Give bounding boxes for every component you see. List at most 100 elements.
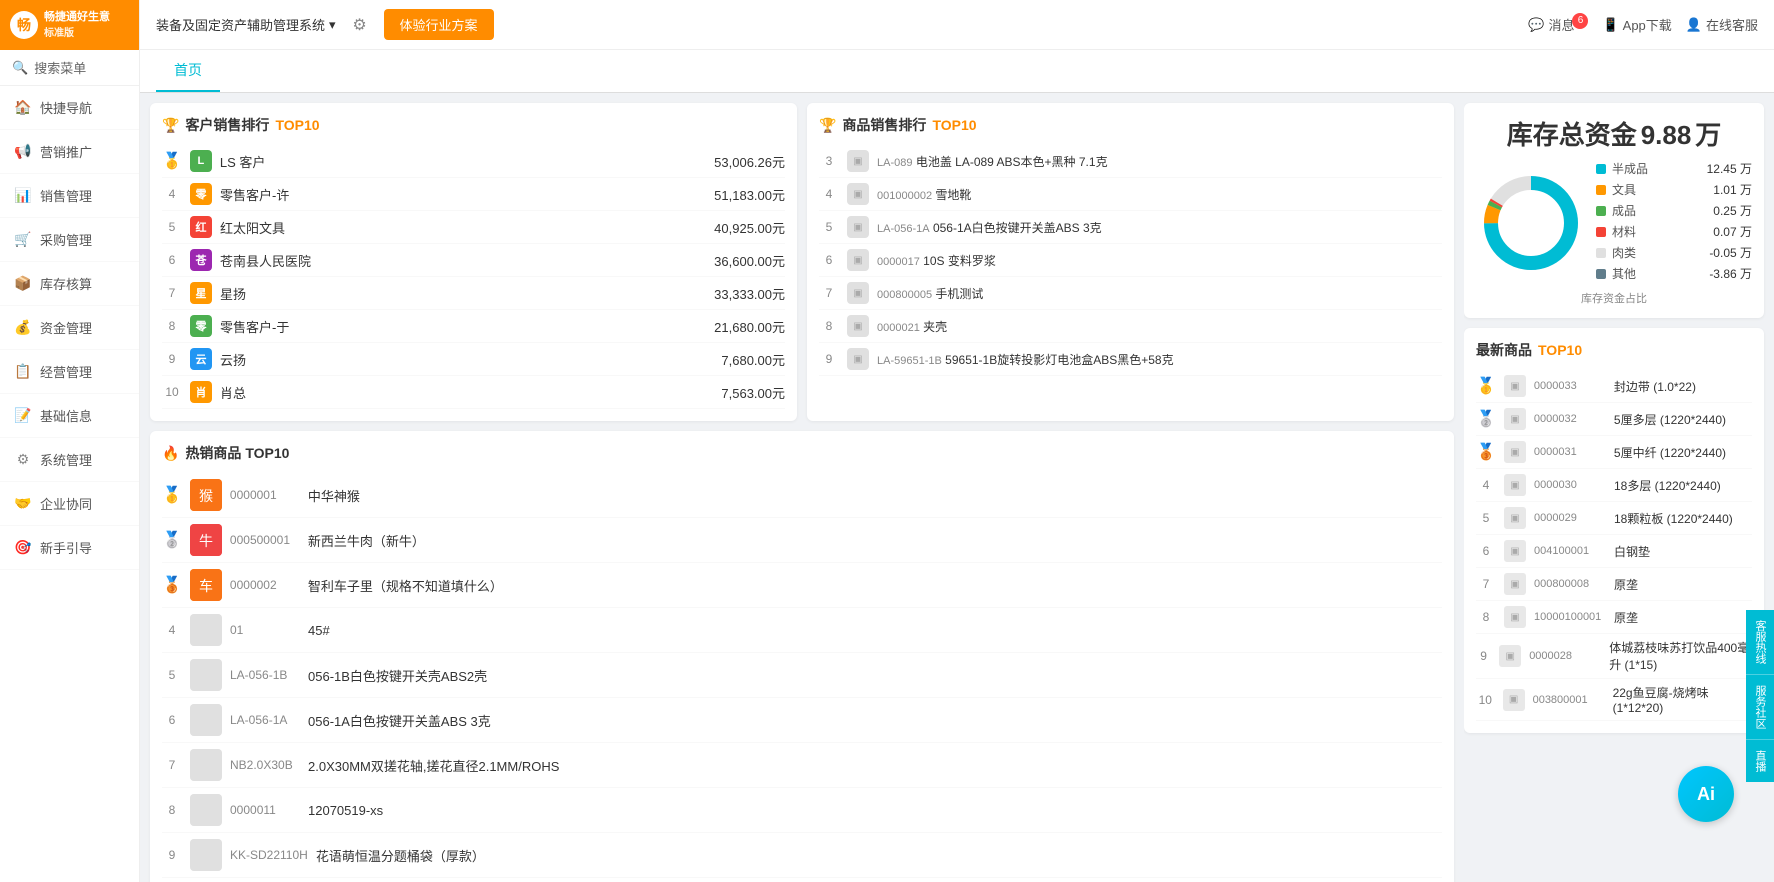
online-service-button[interactable]: 👤 在线客服 <box>1686 15 1758 34</box>
ai-bubble[interactable]: Ai <box>1678 766 1734 822</box>
hot-item-row: 7 NB2.0X30B 2.0X30MM双搓花轴,搓花直径2.1MM/ROHS <box>162 743 1442 788</box>
inventory-title: 库存总资金 <box>1507 120 1637 150</box>
rank-num: 9 <box>1476 649 1491 663</box>
hot-item-img <box>190 839 222 871</box>
legend-label: 半成品 <box>1612 160 1701 177</box>
hot-item-code: LA-056-1A <box>230 713 300 727</box>
message-button[interactable]: 💬 消息 6 <box>1528 15 1588 34</box>
search-icon: 🔍 <box>12 60 28 76</box>
medal-icon: 🥇 <box>1476 376 1496 396</box>
legend-val: 0.25 万 <box>1713 202 1752 219</box>
sidebar-item-sales[interactable]: 📊 销售管理 <box>0 174 139 218</box>
customer-value: 51,183.00元 <box>714 185 785 204</box>
system-title-dropdown[interactable]: 装备及固定资产辅助管理系统 ▾ <box>156 15 336 34</box>
legend-item: 半成品 12.45 万 <box>1596 160 1752 177</box>
new-prod-icon: ▣ <box>1503 689 1525 711</box>
customer-rank-icon: 肖 <box>190 381 212 403</box>
collab-icon: 🤝 <box>14 495 32 513</box>
inventory-icon: 📦 <box>14 275 32 293</box>
app-download-button[interactable]: 📱 App下载 <box>1602 15 1671 34</box>
hot-item-name: 2.0X30MM双搓花轴,搓花直径2.1MM/ROHS <box>308 756 1442 775</box>
customer-value: 36,600.00元 <box>714 251 785 270</box>
customer-rank-icon: 苍 <box>190 249 212 271</box>
inventory-chart-row: 半成品 12.45 万 文具 1.01 万 成品 0.25 万 <box>1476 160 1752 286</box>
trophy2-icon: 🏆 <box>819 117 836 134</box>
sidebar-search[interactable]: 🔍 搜索菜单 <box>0 50 139 86</box>
customer-value: 21,680.00元 <box>714 317 785 336</box>
new-prod-code: 0000031 <box>1534 446 1606 458</box>
product-rank-row: 9 ▣ LA-59651-1B 59651-1B旋转投影灯电池盒ABS黑色+58… <box>819 343 1442 376</box>
customer-rank-icon: L <box>190 150 212 172</box>
legend-dot <box>1596 227 1606 237</box>
rank-num: 6 <box>819 253 839 267</box>
float-btn-service[interactable]: 客服热线 <box>1746 610 1774 675</box>
product-rank-row: 3 ▣ LA-089 电池盖 LA-089 ABS本色+黑种 7.1克 <box>819 145 1442 178</box>
product-code: 001000002 <box>877 190 932 202</box>
sidebar-item-label: 企业协同 <box>40 494 92 513</box>
new-prod-icon: ▣ <box>1504 375 1526 397</box>
float-btn-community[interactable]: 服务社区 <box>1746 675 1774 740</box>
float-btn-live[interactable]: 直播 <box>1746 740 1774 782</box>
legend-label: 其他 <box>1612 265 1703 282</box>
customer-rank-row: 5 红 红太阳文具 40,925.00元 <box>162 211 785 244</box>
dropdown-arrow-icon: ▾ <box>329 17 336 33</box>
sidebar-item-inventory[interactable]: 📦 库存核算 <box>0 262 139 306</box>
sidebar-logo-sub: 标准版 <box>44 24 110 39</box>
hot-item-code: 000500001 <box>230 533 300 547</box>
sidebar-item-collab[interactable]: 🤝 企业协同 <box>0 482 139 526</box>
tab-home[interactable]: 首页 <box>156 50 220 92</box>
hot-item-img <box>190 794 222 826</box>
new-prod-icon: ▣ <box>1504 606 1526 628</box>
new-prod-name: 白钢垫 <box>1614 543 1650 560</box>
product-ranking-panel: 🏆 商品销售排行 TOP10 3 ▣ LA-089 电池盖 LA-089 ABS… <box>807 103 1454 421</box>
customer-name: 肖总 <box>220 383 713 402</box>
middle-section: 🏆 客户销售排行 TOP10 🥇 L LS 客户 53,006.26元 4 零 … <box>140 93 1464 882</box>
rank-num: 6 <box>162 713 182 727</box>
new-prod-code: 0000033 <box>1534 380 1606 392</box>
system-title-text: 装备及固定资产辅助管理系统 <box>156 15 325 34</box>
product-name: 电池盖 LA-089 ABS本色+黑种 7.1克 <box>916 155 1108 169</box>
sidebar-item-system[interactable]: ⚙ 系统管理 <box>0 438 139 482</box>
hot-item-code: KK-SD22110H <box>230 848 308 862</box>
customer-rank-icon: 零 <box>190 183 212 205</box>
rank-num: 9 <box>819 352 839 366</box>
legend-item: 其他 -3.86 万 <box>1596 265 1752 282</box>
rank-num: 10 <box>162 385 182 399</box>
sidebar-logo-text: 畅捷通好生意 <box>44 11 110 24</box>
legend-label: 文具 <box>1612 181 1707 198</box>
trial-button[interactable]: 体验行业方案 <box>384 9 494 40</box>
sidebar-item-purchase[interactable]: 🛒 采购管理 <box>0 218 139 262</box>
hot-item-code: LA-056-1B <box>230 668 300 682</box>
new-prod-code: 0000030 <box>1534 479 1606 491</box>
hot-item-row: 🥇 猴 0000001 中华神猴 <box>162 473 1442 518</box>
sidebar-item-home[interactable]: 🏠 快捷导航 <box>0 86 139 130</box>
legend-item: 成品 0.25 万 <box>1596 202 1752 219</box>
customer-rank-icon: 零 <box>190 315 212 337</box>
hot-item-code: 0000002 <box>230 578 300 592</box>
settings-button[interactable]: ⚙ <box>346 11 374 39</box>
product-name: 雪地靴 <box>935 188 971 202</box>
sidebar-item-guide[interactable]: 🎯 新手引导 <box>0 526 139 570</box>
sidebar-item-marketing[interactable]: 📢 营销推广 <box>0 130 139 174</box>
customer-rank-icon: 红 <box>190 216 212 238</box>
rank-num: 4 <box>1476 478 1496 492</box>
content: 🏆 客户销售排行 TOP10 🥇 L LS 客户 53,006.26元 4 零 … <box>140 93 1774 882</box>
customer-rank-row: 6 苍 苍南县人民医院 36,600.00元 <box>162 244 785 277</box>
hot-item-img <box>190 749 222 781</box>
hot-item-name: 12070519-xs <box>308 803 1442 818</box>
product-name: 手机测试 <box>935 287 983 301</box>
product-code: LA-056-1A <box>877 223 930 235</box>
product-icon: ▣ <box>847 216 869 238</box>
rank-num: 8 <box>1476 610 1496 624</box>
sidebar: 畅 畅捷通好生意 标准版 🔍 搜索菜单 🏠 快捷导航 📢 营销推广 📊 销售管理… <box>0 0 140 882</box>
rank-num: 7 <box>819 286 839 300</box>
sidebar-item-finance[interactable]: 💰 资金管理 <box>0 306 139 350</box>
medal-icon: 🥈 <box>1476 409 1496 429</box>
sidebar-item-basic[interactable]: 📝 基础信息 <box>0 394 139 438</box>
rank-num: 9 <box>162 848 182 862</box>
legend-label: 肉类 <box>1612 244 1703 261</box>
customer-rank-row: 10 肖 肖总 7,563.00元 <box>162 376 785 409</box>
customer-value: 7,680.00元 <box>721 350 785 369</box>
rank-num: 7 <box>1476 577 1496 591</box>
sidebar-item-operations[interactable]: 📋 经营管理 <box>0 350 139 394</box>
